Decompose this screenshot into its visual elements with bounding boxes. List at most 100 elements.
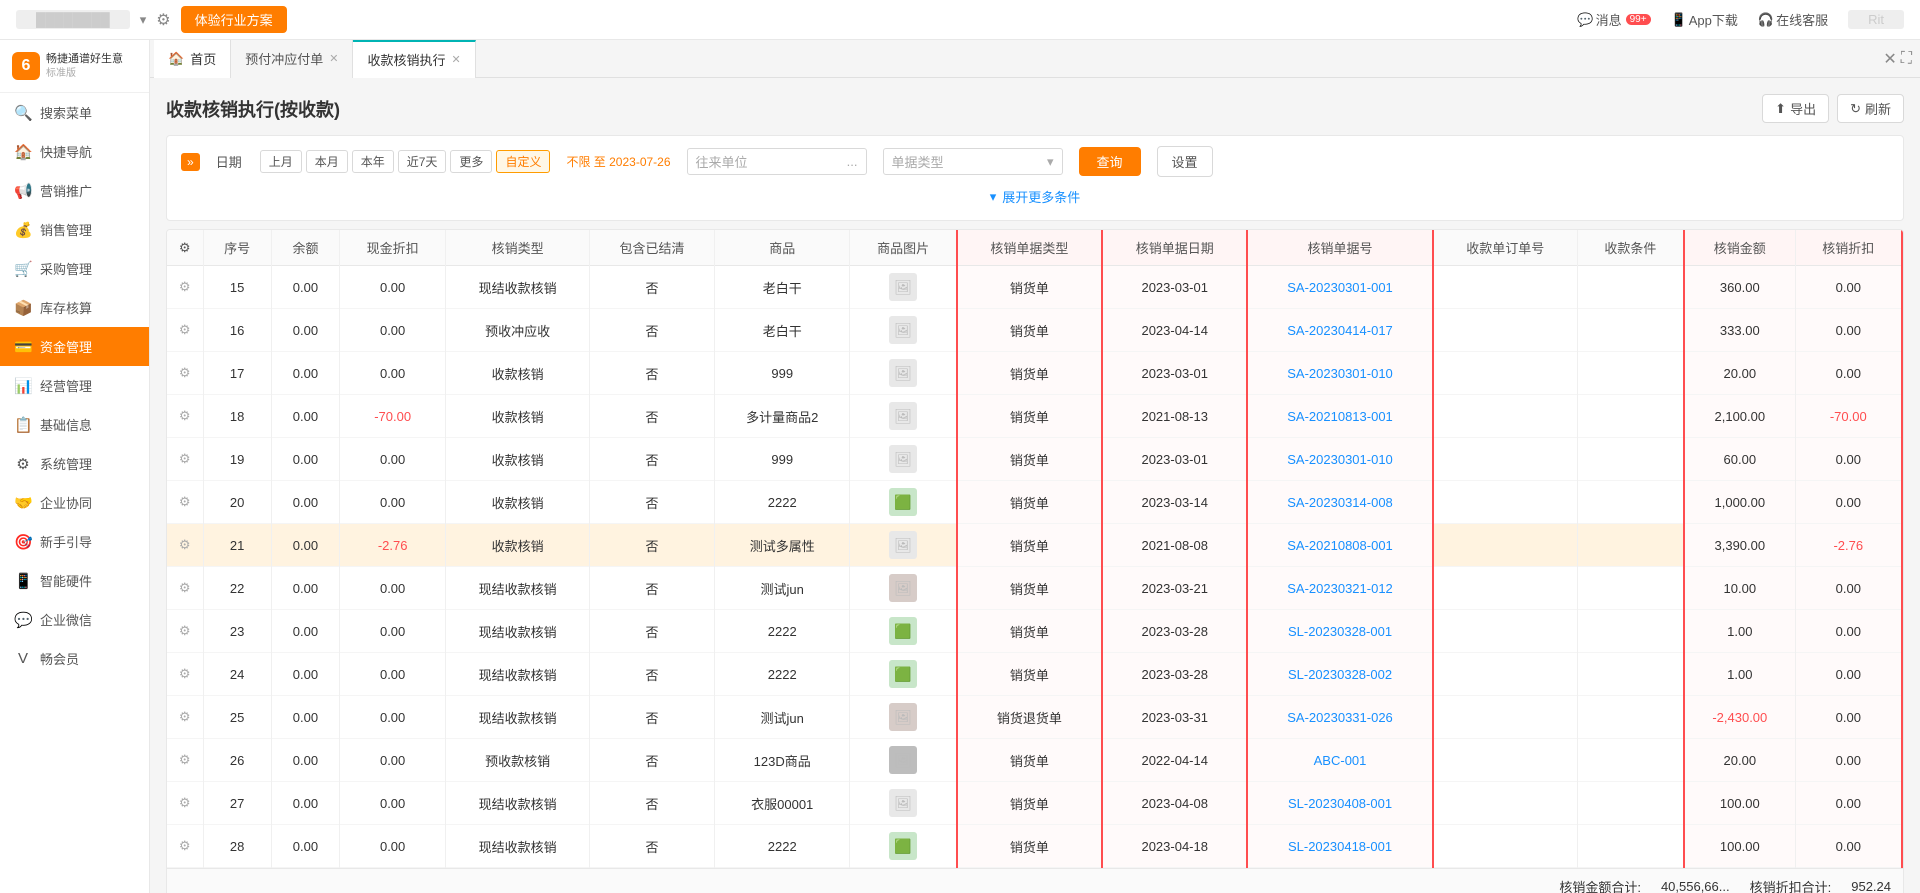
export-btn[interactable]: ⬆ 导出 (1762, 94, 1829, 123)
tab-home[interactable]: 🏠 首页 (154, 40, 231, 78)
marketing-icon: 📢 (14, 182, 32, 200)
cell-bill-no[interactable]: SA-20230301-010 (1247, 352, 1432, 395)
cell-balance: 0.00 (271, 266, 339, 309)
col-settings[interactable]: ⚙ (167, 230, 203, 266)
cell-settings[interactable]: ⚙ (167, 739, 203, 782)
cell-cancel-amount: 10.00 (1684, 567, 1795, 610)
cell-cash-discount: 0.00 (340, 309, 446, 352)
tab-collection[interactable]: 收款核销执行 ✕ (353, 40, 475, 78)
date-last-month[interactable]: 上月 (260, 150, 302, 173)
cell-cancel-type: 收款核销 (446, 524, 590, 567)
bill-type-select[interactable]: 单据类型 ▾ (883, 148, 1063, 175)
cell-cash-discount: -2.76 (340, 524, 446, 567)
sidebar-item-quick-nav[interactable]: 🏠快捷导航 (0, 132, 149, 171)
tab-advance-close[interactable]: ✕ (329, 52, 338, 65)
date-custom[interactable]: 自定义 (496, 150, 550, 173)
cell-bill-no[interactable]: ABC-001 (1247, 739, 1432, 782)
date-more[interactable]: 更多 (450, 150, 492, 173)
from-unit-field[interactable]: 往来单位 ... (687, 148, 867, 175)
tab-collection-close[interactable]: ✕ (451, 53, 460, 66)
sidebar-item-inventory[interactable]: 📦库存核算 (0, 288, 149, 327)
expand-more-btn[interactable]: ▾ 展开更多条件 (181, 183, 1889, 210)
page-content: 收款核销执行(按收款) ⬆ 导出 ↻ 刷新 » (150, 78, 1920, 893)
cell-bill-no[interactable]: SA-20230301-001 (1247, 266, 1432, 309)
cell-settings[interactable]: ⚙ (167, 352, 203, 395)
sidebar-item-wechat[interactable]: 💬企业微信 (0, 600, 149, 639)
sidebar-item-newbie[interactable]: 🎯新手引导 (0, 522, 149, 561)
date-this-month[interactable]: 本月 (306, 150, 348, 173)
cell-include-settled: 否 (590, 825, 715, 868)
cell-bill-no[interactable]: SA-20230414-017 (1247, 309, 1432, 352)
cell-bill-no[interactable]: SA-20230321-012 (1247, 567, 1432, 610)
query-btn[interactable]: 查询 (1079, 147, 1141, 176)
sidebar-item-search[interactable]: 🔍搜索菜单 (0, 93, 149, 132)
cell-settings[interactable]: ⚙ (167, 782, 203, 825)
message-btn[interactable]: 💬 消息 99+ (1577, 10, 1650, 29)
sidebar-item-finance[interactable]: 💳资金管理 (0, 327, 149, 366)
cell-product-img: 🖼 (850, 696, 957, 739)
cell-settings[interactable]: ⚙ (167, 438, 203, 481)
cell-cancel-discount: 0.00 (1795, 266, 1902, 309)
sidebar: 6 畅捷通谱好生意 标准版 🔍搜索菜单🏠快捷导航📢营销推广💰销售管理🛒采购管理📦… (0, 40, 150, 893)
cell-settings[interactable]: ⚙ (167, 567, 203, 610)
sidebar-item-enterprise[interactable]: 🤝企业协同 (0, 483, 149, 522)
table-row: ⚙ 22 0.00 0.00 现结收款核销 否 测试jun 🖼 销货单 2023… (167, 567, 1902, 610)
cell-settings[interactable]: ⚙ (167, 653, 203, 696)
refresh-btn[interactable]: ↻ 刷新 (1837, 94, 1904, 123)
cell-bill-date: 2023-03-14 (1102, 481, 1247, 524)
cell-bill-no[interactable]: SL-20230328-001 (1247, 610, 1432, 653)
tab-advance[interactable]: 预付冲应付单 ✕ (231, 40, 353, 78)
cell-settings[interactable]: ⚙ (167, 524, 203, 567)
dropdown-arrow-icon[interactable]: ▾ (140, 12, 147, 28)
cell-settings[interactable]: ⚙ (167, 696, 203, 739)
sidebar-item-purchase[interactable]: 🛒采购管理 (0, 249, 149, 288)
date-last-7days[interactable]: 近7天 (398, 150, 447, 173)
industry-btn[interactable]: 体验行业方案 (181, 6, 287, 33)
cell-bill-no[interactable]: SL-20230418-001 (1247, 825, 1432, 868)
settings-gear-icon[interactable]: ⚙ (156, 10, 170, 30)
cell-bill-date: 2023-04-08 (1102, 782, 1247, 825)
cell-bill-no[interactable]: SA-20230331-026 (1247, 696, 1432, 739)
col-receipt-order-no: 收款单订单号 (1433, 230, 1578, 266)
cell-bill-type: 销货单 (957, 567, 1102, 610)
cell-bill-no[interactable]: SL-20230328-002 (1247, 653, 1432, 696)
app-download-btn[interactable]: 📱 App下载 (1671, 10, 1738, 29)
cell-cancel-amount: -2,430.00 (1684, 696, 1795, 739)
online-service-btn[interactable]: 🎧 在线客服 (1758, 10, 1828, 29)
cell-settings[interactable]: ⚙ (167, 395, 203, 438)
cell-balance: 0.00 (271, 653, 339, 696)
cell-bill-no[interactable]: SA-20210808-001 (1247, 524, 1432, 567)
cell-cancel-discount: 0.00 (1795, 610, 1902, 653)
cell-cancel-amount: 60.00 (1684, 438, 1795, 481)
cell-settings[interactable]: ⚙ (167, 309, 203, 352)
cell-settings[interactable]: ⚙ (167, 610, 203, 653)
cell-settings[interactable]: ⚙ (167, 266, 203, 309)
top-bar: ████████ ▾ ⚙ 体验行业方案 💬 消息 99+ 📱 App下载 🎧 在… (0, 0, 1920, 40)
cell-bill-no[interactable]: SA-20230314-008 (1247, 481, 1432, 524)
sidebar-item-basic[interactable]: 📋基础信息 (0, 405, 149, 444)
sidebar-item-system[interactable]: ⚙系统管理 (0, 444, 149, 483)
total-amount-value: 40,556,66... (1661, 879, 1730, 893)
home-icon: 🏠 (168, 51, 184, 67)
sidebar-item-operations[interactable]: 📊经营管理 (0, 366, 149, 405)
cell-cancel-type: 现结收款核销 (446, 567, 590, 610)
sidebar-item-member[interactable]: V畅会员 (0, 639, 149, 678)
cell-bill-no[interactable]: SL-20230408-001 (1247, 782, 1432, 825)
close-all-icon[interactable]: ✕ (1883, 49, 1896, 69)
cell-bill-no[interactable]: SA-20230301-010 (1247, 438, 1432, 481)
cell-seq: 26 (203, 739, 271, 782)
cell-bill-no[interactable]: SA-20210813-001 (1247, 395, 1432, 438)
date-this-year[interactable]: 本年 (352, 150, 394, 173)
settings-btn[interactable]: 设置 (1157, 146, 1213, 177)
cell-settings[interactable]: ⚙ (167, 481, 203, 524)
sidebar-item-sales[interactable]: 💰销售管理 (0, 210, 149, 249)
cell-balance: 0.00 (271, 610, 339, 653)
sidebar-item-smart-hw[interactable]: 📱智能硬件 (0, 561, 149, 600)
sidebar-item-marketing[interactable]: 📢营销推广 (0, 171, 149, 210)
maximize-icon[interactable]: ⛶ (1901, 50, 1912, 68)
cell-settings[interactable]: ⚙ (167, 825, 203, 868)
table-header-row: ⚙ 序号 余额 现金折扣 核销类型 包含已结清 商品 商品图片 核销单据类型 核… (167, 230, 1902, 266)
cell-receipt-condition (1577, 739, 1684, 782)
filter-expand-arrow[interactable]: » (181, 153, 200, 171)
filter-row: » 日期 上月 本月 本年 近7天 更多 自定义 不限 至 2023-07-26 (181, 146, 1889, 177)
